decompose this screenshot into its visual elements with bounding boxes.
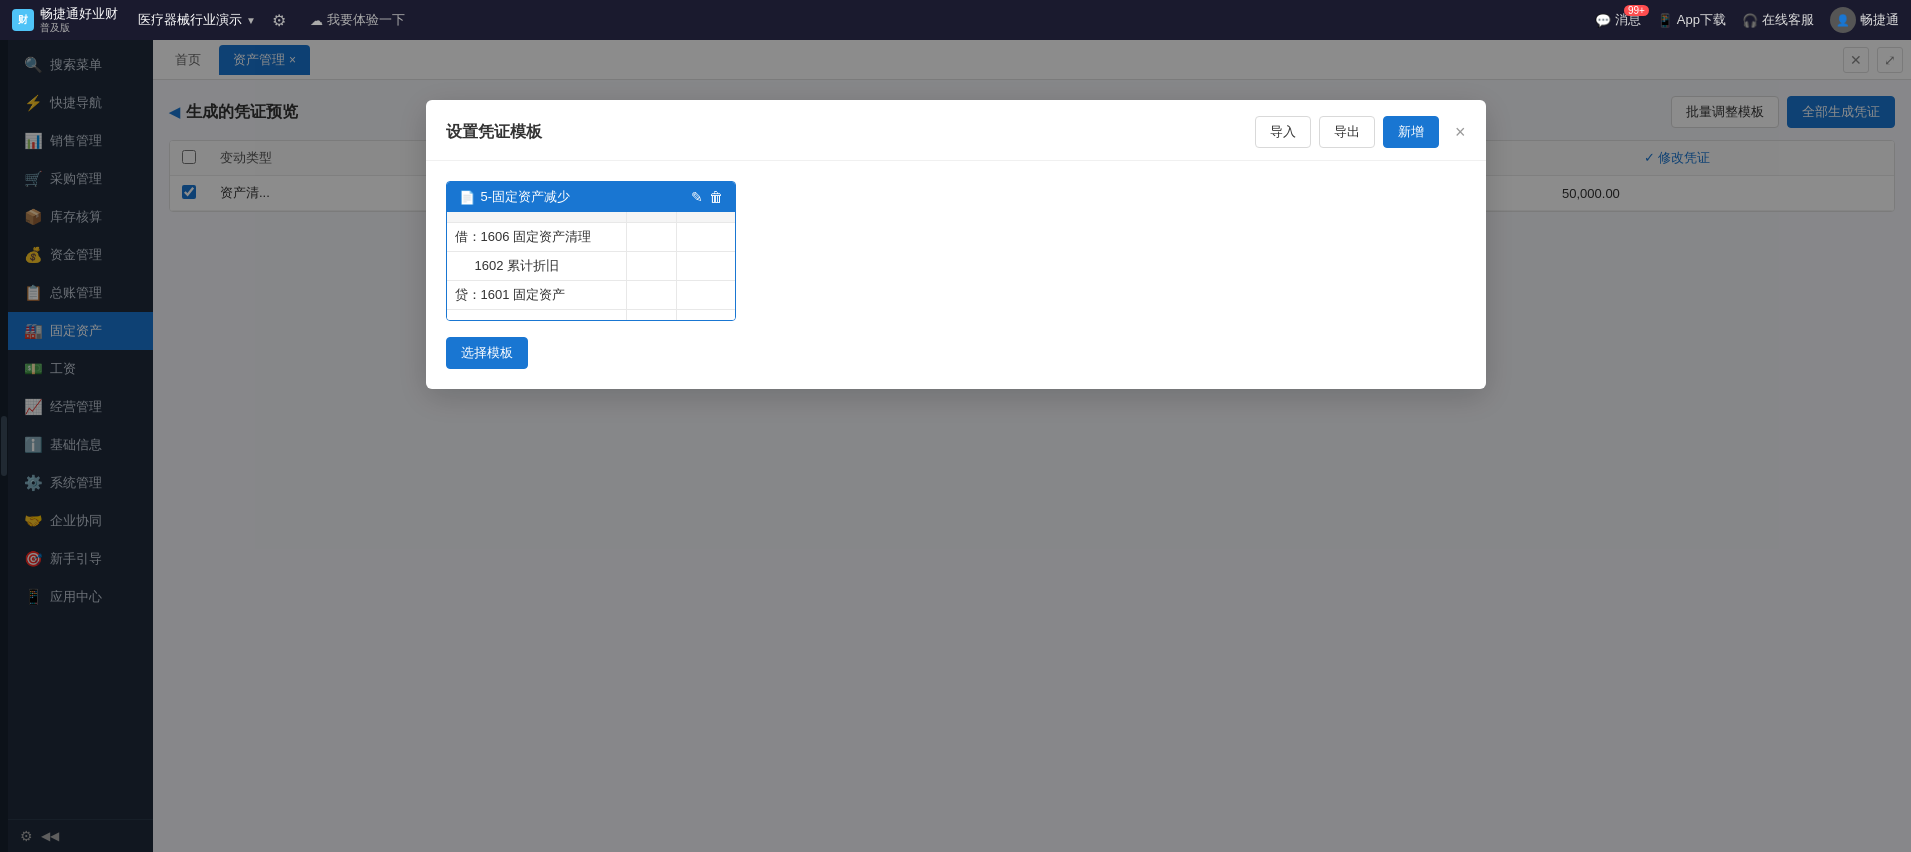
cloud-icon: ☁ bbox=[310, 13, 323, 28]
company-settings-icon[interactable]: ⚙ bbox=[272, 11, 286, 30]
debit-4 bbox=[627, 310, 677, 320]
app-logo: 财 畅捷通好业财 普及版 bbox=[12, 6, 118, 34]
template-header-row bbox=[447, 212, 735, 223]
template-edit-icon[interactable]: ✎ bbox=[691, 189, 703, 205]
choose-template-button[interactable]: 选择模板 bbox=[446, 337, 528, 369]
export-button[interactable]: 导出 bbox=[1319, 116, 1375, 148]
account-3: 贷：1601 固定资产 bbox=[447, 281, 627, 309]
message-button[interactable]: 💬 消息 99+ bbox=[1595, 11, 1641, 29]
user-avatar[interactable]: 👤 畅捷通 bbox=[1830, 7, 1899, 33]
template-name: 5-固定资产减少 bbox=[481, 188, 571, 206]
new-button[interactable]: 新增 bbox=[1383, 116, 1439, 148]
company-selector[interactable]: 医疗器械行业演示 ▼ bbox=[138, 11, 256, 29]
template-card: 📄 5-固定资产减少 ✎ 🗑 bbox=[446, 181, 736, 321]
avatar-icon: 👤 bbox=[1830, 7, 1856, 33]
credit-1 bbox=[677, 223, 727, 251]
template-card-header: 📄 5-固定资产减少 ✎ 🗑 bbox=[447, 182, 735, 212]
template-data-row-3: 贷：1601 固定资产 bbox=[447, 281, 735, 310]
dialog-title: 设置凭证模板 bbox=[446, 122, 542, 143]
template-delete-icon[interactable]: 🗑 bbox=[709, 189, 723, 205]
template-data-row-4 bbox=[447, 310, 735, 320]
choose-template-container: 选择模板 bbox=[446, 337, 1466, 369]
app-download-button[interactable]: 📱 App下载 bbox=[1657, 11, 1726, 29]
template-doc-icon: 📄 bbox=[459, 190, 475, 205]
credit-4 bbox=[677, 310, 727, 320]
service-icon: 🎧 bbox=[1742, 13, 1758, 28]
debit-1 bbox=[627, 223, 677, 251]
logo-icon: 财 bbox=[12, 9, 34, 31]
credit-3 bbox=[677, 281, 727, 309]
dialog-close-icon[interactable]: × bbox=[1455, 122, 1466, 143]
experience-button[interactable]: ☁ 我要体验一下 bbox=[310, 11, 405, 29]
logo-main-text: 畅捷通好业财 bbox=[40, 6, 118, 22]
download-icon: 📱 bbox=[1657, 13, 1673, 28]
message-icon: 💬 bbox=[1595, 13, 1611, 28]
credit-2 bbox=[677, 252, 727, 280]
col-credit-header bbox=[677, 212, 727, 222]
col-debit-header bbox=[627, 212, 677, 222]
dialog: 设置凭证模板 导入 导出 新增 × bbox=[426, 100, 1486, 389]
template-card-body: 借：1606 固定资产清理 1602 累计折旧 bbox=[447, 212, 735, 320]
online-service-button[interactable]: 🎧 在线客服 bbox=[1742, 11, 1814, 29]
import-button[interactable]: 导入 bbox=[1255, 116, 1311, 148]
debit-3 bbox=[627, 281, 677, 309]
logo-sub-text: 普及版 bbox=[40, 22, 118, 34]
chevron-down-icon: ▼ bbox=[246, 15, 256, 26]
account-4 bbox=[447, 310, 627, 320]
company-name: 医疗器械行业演示 bbox=[138, 11, 242, 29]
account-2: 1602 累计折旧 bbox=[447, 252, 627, 280]
template-data-row-2: 1602 累计折旧 bbox=[447, 252, 735, 281]
template-data-row-1: 借：1606 固定资产清理 bbox=[447, 223, 735, 252]
col-account-header bbox=[447, 212, 627, 222]
dialog-header: 设置凭证模板 导入 导出 新增 × bbox=[426, 100, 1486, 161]
message-badge: 99+ bbox=[1624, 5, 1649, 16]
dialog-body: 📄 5-固定资产减少 ✎ 🗑 bbox=[426, 161, 1486, 389]
modal-overlay: 设置凭证模板 导入 导出 新增 × bbox=[153, 80, 1911, 852]
debit-2 bbox=[627, 252, 677, 280]
account-1: 借：1606 固定资产清理 bbox=[447, 223, 627, 251]
page-content: ◀ 生成的凭证预览 批量调整模板 全部生成凭证 变动类型 bbox=[153, 80, 1911, 852]
